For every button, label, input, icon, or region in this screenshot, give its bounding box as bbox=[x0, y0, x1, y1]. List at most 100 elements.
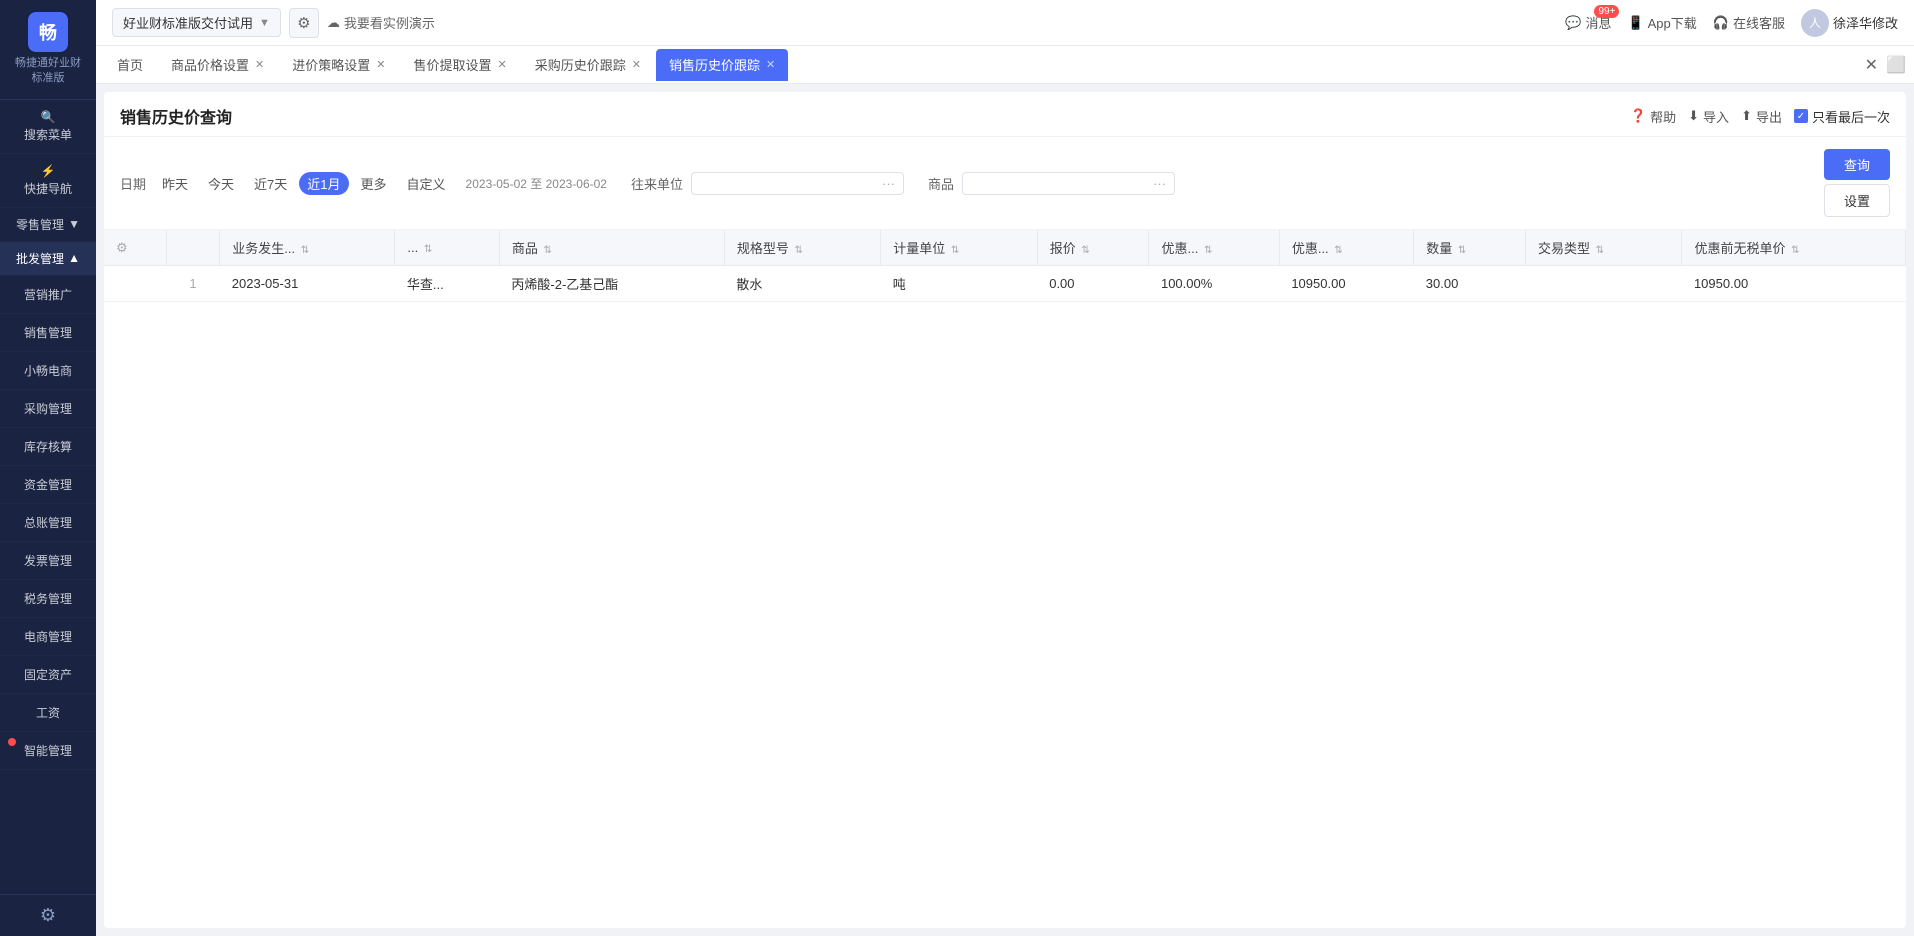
message-icon: 💬 bbox=[1565, 15, 1581, 31]
customer-dots-btn[interactable]: ··· bbox=[882, 176, 895, 191]
tab-product-price[interactable]: 商品价格设置 ✕ bbox=[158, 49, 277, 81]
sidebar-item-payroll[interactable]: 工资 bbox=[0, 694, 96, 732]
row-gear-cell bbox=[104, 266, 166, 302]
search-btn[interactable]: 查询 bbox=[1824, 149, 1890, 180]
app-logo-icon: 畅 bbox=[28, 12, 68, 52]
window-close-btn[interactable]: ✕ bbox=[1865, 55, 1878, 75]
product-dots-btn[interactable]: ··· bbox=[1153, 176, 1166, 191]
col-product-sort[interactable]: ⇅ bbox=[544, 245, 552, 256]
col-pretax-price[interactable]: 优惠前无税单价 ⇅ bbox=[1682, 230, 1906, 266]
col-price-sort[interactable]: ⇅ bbox=[1081, 245, 1089, 256]
page-title: 销售历史价查询 bbox=[120, 104, 232, 128]
col-discount1-sort[interactable]: ⇅ bbox=[1204, 245, 1212, 256]
tab-purchase-history[interactable]: 采购历史价跟踪 ✕ bbox=[522, 49, 654, 81]
tab-product-price-close[interactable]: ✕ bbox=[255, 58, 264, 71]
date-range-display: 2023-05-02 至 2023-06-02 bbox=[466, 175, 607, 192]
product-filter-label: 商品 bbox=[928, 174, 954, 193]
import-btn[interactable]: ⬇ 导入 bbox=[1688, 107, 1729, 126]
sidebar-item-inventory[interactable]: 库存核算 bbox=[0, 428, 96, 466]
tab-price-extract-close[interactable]: ✕ bbox=[498, 58, 507, 71]
sidebar-settings-icon: ⚙ bbox=[40, 905, 56, 925]
sidebar-item-ecommerce-small[interactable]: 小畅电商 bbox=[0, 352, 96, 390]
tab-purchase-history-close[interactable]: ✕ bbox=[632, 58, 641, 71]
col-spec[interactable]: 规格型号 ⇅ bbox=[724, 230, 880, 266]
online-service-btn[interactable]: 🎧 在线客服 bbox=[1713, 13, 1785, 32]
page-content: 销售历史价查询 ❓ 帮助 ⬇ 导入 ⬆ 导出 只看最后一次 bbox=[104, 92, 1906, 928]
col-unit[interactable]: 计量单位 ⇅ bbox=[881, 230, 1037, 266]
col-quantity[interactable]: 数量 ⇅ bbox=[1414, 230, 1526, 266]
col-discount1[interactable]: 优惠... ⇅ bbox=[1149, 230, 1279, 266]
col-trans-type-sort[interactable]: ⇅ bbox=[1596, 245, 1604, 256]
sidebar-item-wholesale-mgmt[interactable]: 批发管理 ▲ bbox=[0, 242, 96, 276]
col-discount2[interactable]: 优惠... ⇅ bbox=[1279, 230, 1413, 266]
online-service-icon: 🎧 bbox=[1713, 15, 1729, 31]
sidebar-item-quick-nav[interactable]: ⚡ 快捷导航 bbox=[0, 154, 96, 208]
filter-action-buttons: 查询 设置 bbox=[1824, 149, 1890, 217]
sidebar-item-marketing[interactable]: 营销推广 bbox=[0, 276, 96, 314]
col-spec-sort[interactable]: ⇅ bbox=[794, 245, 802, 256]
col-price[interactable]: 报价 ⇅ bbox=[1037, 230, 1149, 266]
tab-price-strategy[interactable]: 进价策略设置 ✕ bbox=[279, 49, 398, 81]
date-opt-last7[interactable]: 近7天 bbox=[246, 172, 295, 195]
only-last-checkbox[interactable] bbox=[1794, 109, 1808, 123]
col-dots1-sort[interactable]: ⇅ bbox=[424, 244, 432, 255]
tab-sales-history-close[interactable]: ✕ bbox=[766, 58, 775, 71]
col-gear[interactable]: ⚙ bbox=[104, 230, 166, 266]
col-date-sort[interactable]: ⇅ bbox=[301, 245, 309, 256]
col-quantity-sort[interactable]: ⇅ bbox=[1458, 245, 1466, 256]
product-input[interactable] bbox=[971, 176, 1147, 191]
filter-settings-btn[interactable]: 设置 bbox=[1824, 184, 1890, 217]
customer-input-wrap: ··· bbox=[691, 172, 904, 195]
col-unit-sort[interactable]: ⇅ bbox=[951, 245, 959, 256]
date-opt-last1m[interactable]: 近1月 bbox=[299, 172, 348, 195]
topbar-settings-btn[interactable]: ⚙ bbox=[289, 8, 319, 38]
version-select[interactable]: 好业财标准版交付试用 ▼ bbox=[112, 8, 281, 37]
col-date[interactable]: 业务发生... ⇅ bbox=[220, 230, 395, 266]
customer-input[interactable] bbox=[700, 176, 876, 191]
sidebar-item-search[interactable]: 🔍 搜索菜单 bbox=[0, 100, 96, 154]
sidebar-item-smart-mgmt[interactable]: 智能管理 bbox=[0, 732, 96, 770]
tab-price-strategy-close[interactable]: ✕ bbox=[376, 58, 385, 71]
quick-nav-icon: ⚡ bbox=[41, 164, 56, 178]
tab-home[interactable]: 首页 bbox=[104, 49, 156, 81]
sidebar-item-capital-mgmt[interactable]: 资金管理 bbox=[0, 466, 96, 504]
col-dots1[interactable]: ... ⇅ bbox=[395, 230, 500, 266]
sidebar-item-sales-mgmt[interactable]: 销售管理 bbox=[0, 314, 96, 352]
demo-icon: ☁ bbox=[327, 15, 340, 31]
row-date-cell: 2023-05-31 bbox=[220, 266, 395, 302]
row-quantity-cell: 30.00 bbox=[1414, 266, 1526, 302]
sidebar-item-invoice-mgmt[interactable]: 发票管理 bbox=[0, 542, 96, 580]
sidebar-item-ecommerce-mgmt[interactable]: 电商管理 bbox=[0, 618, 96, 656]
date-opt-yesterday[interactable]: 昨天 bbox=[154, 172, 196, 195]
tab-sales-history[interactable]: 销售历史价跟踪 ✕ bbox=[656, 49, 788, 81]
app-download-icon: 📱 bbox=[1627, 15, 1643, 31]
app-download-btn[interactable]: 📱 App下载 bbox=[1627, 13, 1696, 32]
col-trans-type[interactable]: 交易类型 ⇅ bbox=[1526, 230, 1682, 266]
sidebar-item-purchase-mgmt[interactable]: 采购管理 bbox=[0, 390, 96, 428]
message-btn[interactable]: 💬 消息 99+ bbox=[1565, 13, 1611, 32]
window-maximize-btn[interactable]: ⬜ bbox=[1886, 55, 1906, 75]
date-opt-custom[interactable]: 自定义 bbox=[399, 172, 454, 195]
topbar: 好业财标准版交付试用 ▼ ⚙ ☁ 我要看实例演示 💬 消息 99+ 📱 App下… bbox=[96, 0, 1914, 46]
sidebar-settings-btn[interactable]: ⚙ bbox=[0, 894, 96, 936]
date-opt-more[interactable]: 更多 bbox=[353, 172, 395, 195]
export-btn[interactable]: ⬆ 导出 bbox=[1741, 107, 1782, 126]
col-discount2-sort[interactable]: ⇅ bbox=[1334, 245, 1342, 256]
col-product[interactable]: 商品 ⇅ bbox=[499, 230, 724, 266]
sidebar-item-fixed-assets[interactable]: 固定资产 bbox=[0, 656, 96, 694]
demo-link[interactable]: ☁ 我要看实例演示 bbox=[327, 13, 435, 32]
table-gear-icon[interactable]: ⚙ bbox=[116, 240, 128, 255]
sidebar-item-retail-mgmt[interactable]: 零售管理 ▼ bbox=[0, 208, 96, 242]
tab-price-extract[interactable]: 售价提取设置 ✕ bbox=[400, 49, 519, 81]
version-dropdown-arrow: ▼ bbox=[259, 17, 270, 29]
sidebar-item-ledger-mgmt[interactable]: 总账管理 bbox=[0, 504, 96, 542]
customer-filter-label: 往来单位 bbox=[631, 174, 683, 193]
help-btn[interactable]: ❓ 帮助 bbox=[1630, 107, 1676, 126]
date-opt-today[interactable]: 今天 bbox=[200, 172, 242, 195]
col-pretax-price-sort[interactable]: ⇅ bbox=[1791, 245, 1799, 256]
page-actions: ❓ 帮助 ⬇ 导入 ⬆ 导出 只看最后一次 bbox=[1630, 107, 1890, 126]
sidebar-item-tax-mgmt[interactable]: 税务管理 bbox=[0, 580, 96, 618]
user-info[interactable]: 人 徐泽华修改 bbox=[1801, 9, 1898, 37]
only-last-checkbox-label[interactable]: 只看最后一次 bbox=[1794, 107, 1890, 126]
topbar-settings-icon: ⚙ bbox=[297, 14, 310, 32]
